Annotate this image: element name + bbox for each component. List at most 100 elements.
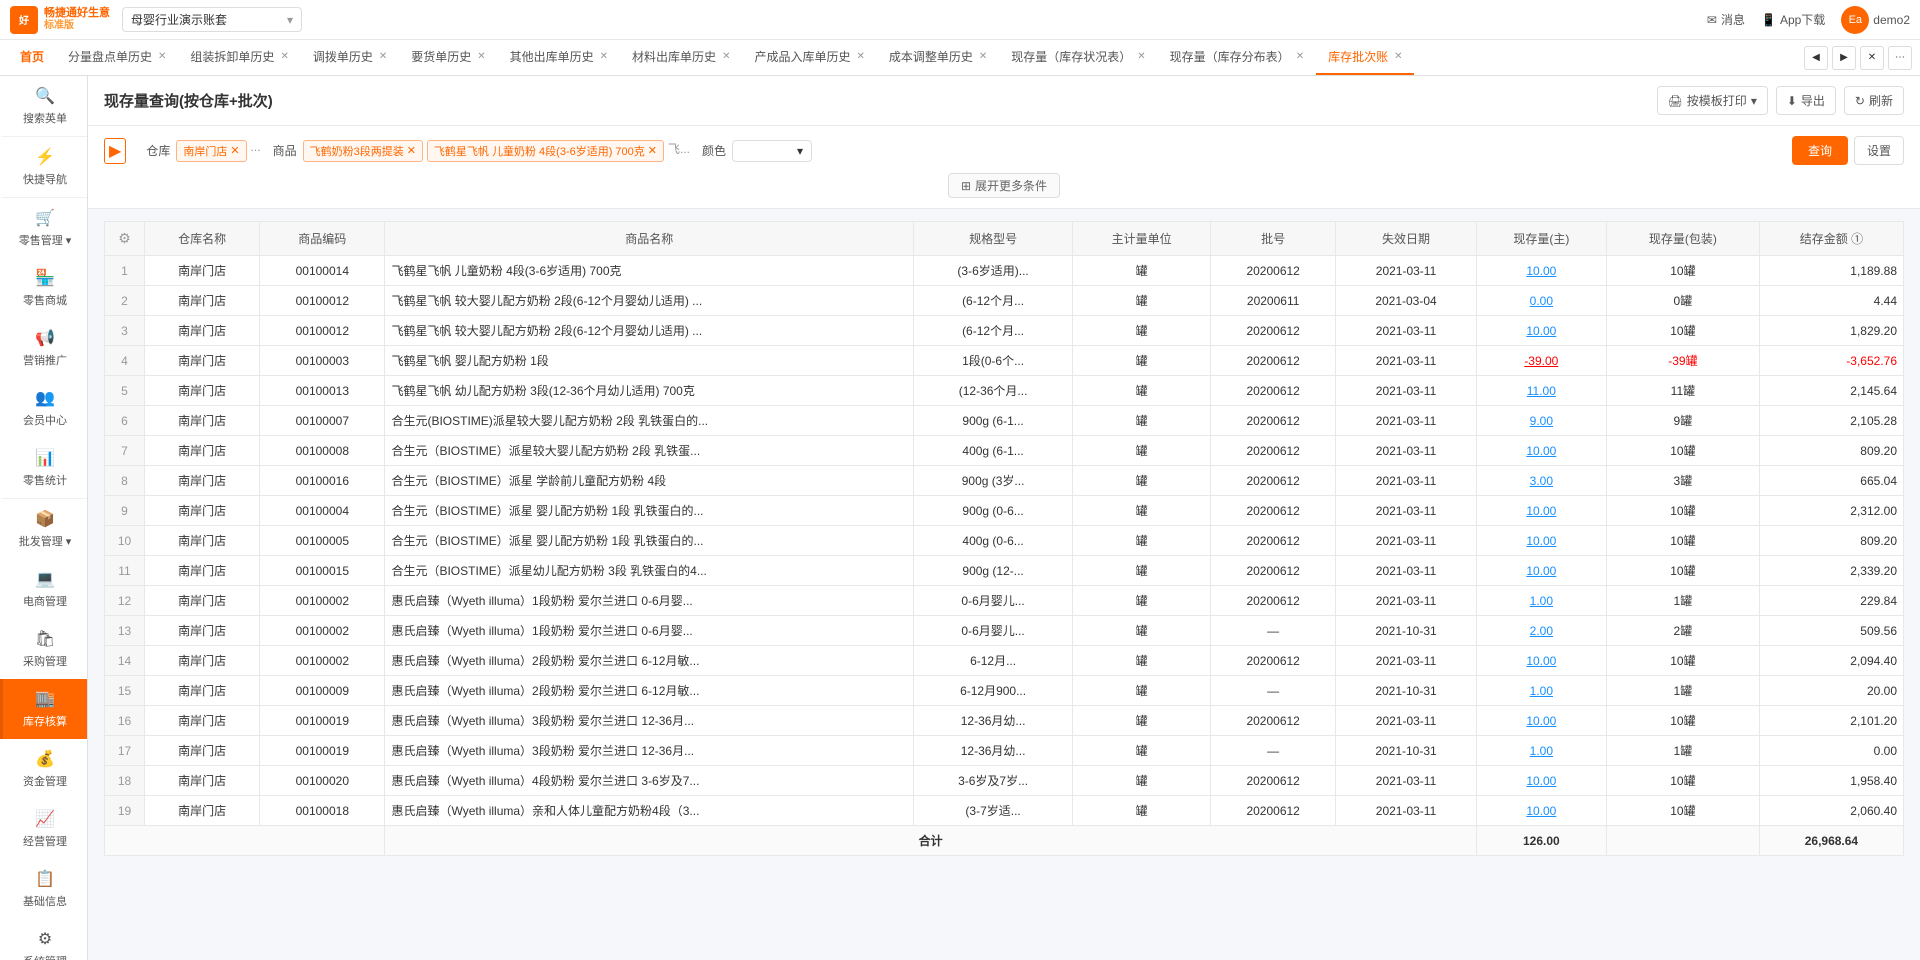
filter-expand-arrow[interactable]: ▶ bbox=[104, 138, 126, 164]
close-icon[interactable]: ✕ bbox=[979, 51, 987, 62]
user-menu[interactable]: Ea demo2 bbox=[1841, 6, 1910, 34]
row-qty-main[interactable]: 1.00 bbox=[1476, 676, 1606, 706]
row-unit: 罐 bbox=[1073, 496, 1211, 526]
row-qty-main[interactable]: 9.00 bbox=[1476, 406, 1606, 436]
sidebar-item-retail-stats[interactable]: 📊 零售统计 bbox=[0, 438, 87, 498]
store-selector[interactable]: 母婴行业演示账套 ▾ bbox=[122, 7, 302, 32]
message-btn[interactable]: ✉ 消息 bbox=[1707, 11, 1745, 28]
btn-print[interactable]: 🖨 按模板打印 ▾ bbox=[1657, 86, 1768, 115]
goods-tag-1[interactable]: 飞鹤奶粉3段两提装 ✕ bbox=[303, 140, 423, 162]
row-qty-main[interactable]: 0.00 bbox=[1476, 286, 1606, 316]
btn-export[interactable]: ⬇ 导出 bbox=[1776, 86, 1836, 115]
main-layout: 🔍 搜索英单 ⚡ 快捷导航 🛒 零售管理 ▾ 🏪 零售商城 📢 营销推广 👥 会… bbox=[0, 76, 1920, 960]
retail-icon: 🛒 bbox=[35, 208, 55, 228]
tab-batch[interactable]: 库存批次账 ✕ bbox=[1316, 40, 1414, 75]
warehouse-tag-1[interactable]: 南岸门店 ✕ bbox=[176, 140, 246, 162]
tab-finished[interactable]: 产成品入库单历史 ✕ bbox=[742, 40, 876, 75]
goods-tag-2[interactable]: 飞鹤星飞帆 儿童奶粉 4段(3-6岁适用) 700克 ✕ bbox=[427, 140, 664, 162]
row-qty-main[interactable]: 10.00 bbox=[1476, 526, 1606, 556]
sidebar-item-finance[interactable]: 💰 资金管理 bbox=[0, 739, 87, 799]
row-qty-main[interactable]: 2.00 bbox=[1476, 616, 1606, 646]
sidebar-item-shop[interactable]: 🏪 零售商城 bbox=[0, 258, 87, 318]
sidebar-item-wholesale[interactable]: 📦 批发管理 ▾ bbox=[0, 498, 87, 559]
remove-goods-tag-1[interactable]: ✕ bbox=[407, 144, 416, 157]
row-warehouse: 南岸门店 bbox=[145, 526, 260, 556]
close-icon[interactable]: ✕ bbox=[1394, 51, 1402, 62]
app-download-btn[interactable]: 📱 App下载 bbox=[1761, 11, 1825, 28]
sidebar-item-member[interactable]: 👥 会员中心 bbox=[0, 378, 87, 438]
row-qty-main[interactable]: 3.00 bbox=[1476, 466, 1606, 496]
goods-more[interactable]: 飞... bbox=[668, 140, 690, 162]
tab-diaobo[interactable]: 调拨单历史 ✕ bbox=[301, 40, 399, 75]
close-icon[interactable]: ✕ bbox=[722, 51, 730, 62]
tab-material[interactable]: 材料出库单历史 ✕ bbox=[620, 40, 742, 75]
tab-inventory-status[interactable]: 现存量（库存状况表） ✕ bbox=[999, 40, 1157, 75]
sidebar-item-marketing[interactable]: 📢 营销推广 bbox=[0, 318, 87, 378]
tab-zuhe[interactable]: 组装拆卸单历史 ✕ bbox=[178, 40, 300, 75]
sidebar-item-system[interactable]: ⚙ 系统管理 bbox=[0, 919, 87, 960]
tab-yaohuo[interactable]: 要货单历史 ✕ bbox=[399, 40, 497, 75]
tab-home[interactable]: 首页 bbox=[8, 40, 56, 75]
row-name: 惠氏启臻（Wyeth illuma）3段奶粉 爱尔兰进口 12-36月... bbox=[385, 736, 914, 766]
sidebar-label-system: 系统管理 bbox=[23, 953, 67, 960]
th-expire: 失效日期 bbox=[1336, 222, 1476, 256]
system-icon: ⚙ bbox=[38, 929, 52, 949]
tab-prev-btn[interactable]: ◀ bbox=[1804, 46, 1828, 70]
row-qty-main[interactable]: 10.00 bbox=[1476, 646, 1606, 676]
sidebar-item-ecommerce[interactable]: 💻 电商管理 bbox=[0, 559, 87, 619]
row-qty-main[interactable]: 10.00 bbox=[1476, 796, 1606, 826]
row-qty-main[interactable]: 10.00 bbox=[1476, 496, 1606, 526]
row-qty-main[interactable]: 10.00 bbox=[1476, 316, 1606, 346]
operations-icon: 📈 bbox=[35, 809, 55, 829]
warehouse-more[interactable]: ... bbox=[251, 140, 261, 162]
row-qty-main[interactable]: -39.00 bbox=[1476, 346, 1606, 376]
row-qty-main[interactable]: 10.00 bbox=[1476, 706, 1606, 736]
row-spec: 900g (12-... bbox=[913, 556, 1072, 586]
btn-setting[interactable]: 设置 bbox=[1854, 136, 1904, 165]
close-icon[interactable]: ✕ bbox=[280, 51, 288, 62]
row-qty-main[interactable]: 1.00 bbox=[1476, 586, 1606, 616]
tab-fenpan[interactable]: 分量盘点单历史 ✕ bbox=[56, 40, 178, 75]
sidebar-item-quicknav[interactable]: ⚡ 快捷导航 bbox=[0, 136, 87, 197]
close-icon[interactable]: ✕ bbox=[856, 51, 864, 62]
btn-query[interactable]: 查询 bbox=[1792, 136, 1848, 165]
row-qty-main[interactable]: 10.00 bbox=[1476, 556, 1606, 586]
sidebar-item-operations[interactable]: 📈 经营管理 bbox=[0, 799, 87, 859]
sidebar-item-purchase[interactable]: 🛍 采购管理 bbox=[0, 619, 87, 679]
row-qty-main[interactable]: 10.00 bbox=[1476, 436, 1606, 466]
sidebar-item-retail[interactable]: 🛒 零售管理 ▾ bbox=[0, 197, 87, 258]
row-qty-main[interactable]: 10.00 bbox=[1476, 766, 1606, 796]
remove-warehouse-tag[interactable]: ✕ bbox=[230, 144, 239, 157]
tab-menu-btn[interactable]: ⋯ bbox=[1888, 46, 1912, 70]
row-qty-pkg: 11罐 bbox=[1606, 376, 1759, 406]
close-icon[interactable]: ✕ bbox=[158, 51, 166, 62]
row-qty-main[interactable]: 10.00 bbox=[1476, 256, 1606, 286]
th-settings[interactable]: ⚙ bbox=[105, 222, 145, 256]
row-qty-main[interactable]: 11.00 bbox=[1476, 376, 1606, 406]
tab-next-btn[interactable]: ▶ bbox=[1832, 46, 1856, 70]
row-batch: 20200612 bbox=[1211, 526, 1336, 556]
logo-icon: 好 bbox=[10, 6, 38, 34]
close-icon[interactable]: ✕ bbox=[477, 51, 485, 62]
row-warehouse: 南岸门店 bbox=[145, 376, 260, 406]
close-icon[interactable]: ✕ bbox=[1137, 51, 1145, 62]
btn-refresh[interactable]: ↻ 刷新 bbox=[1844, 86, 1904, 115]
remove-goods-tag-2[interactable]: ✕ bbox=[648, 144, 657, 157]
close-icon[interactable]: ✕ bbox=[1296, 51, 1304, 62]
tab-inventory-dist[interactable]: 现存量（库存分布表） ✕ bbox=[1158, 40, 1316, 75]
sidebar-item-basic[interactable]: 📋 基础信息 bbox=[0, 859, 87, 919]
row-qty-main[interactable]: 1.00 bbox=[1476, 736, 1606, 766]
tab-outbound[interactable]: 其他出库单历史 ✕ bbox=[498, 40, 620, 75]
tab-close-btn[interactable]: ✕ bbox=[1860, 46, 1884, 70]
close-icon[interactable]: ✕ bbox=[379, 51, 387, 62]
tab-cost[interactable]: 成本调整单历史 ✕ bbox=[877, 40, 999, 75]
expand-btn[interactable]: ⊞ 展开更多条件 bbox=[948, 173, 1060, 198]
close-icon[interactable]: ✕ bbox=[600, 51, 608, 62]
sidebar-item-inventory[interactable]: 🏬 库存核算 bbox=[0, 679, 87, 739]
sidebar-item-search[interactable]: 🔍 搜索英单 bbox=[0, 76, 87, 136]
row-spec: 900g (6-1... bbox=[913, 406, 1072, 436]
row-batch: 20200612 bbox=[1211, 256, 1336, 286]
color-dropdown[interactable]: ▾ bbox=[732, 140, 812, 162]
row-code: 00100019 bbox=[260, 706, 385, 736]
row-expire: 2021-03-11 bbox=[1336, 586, 1476, 616]
